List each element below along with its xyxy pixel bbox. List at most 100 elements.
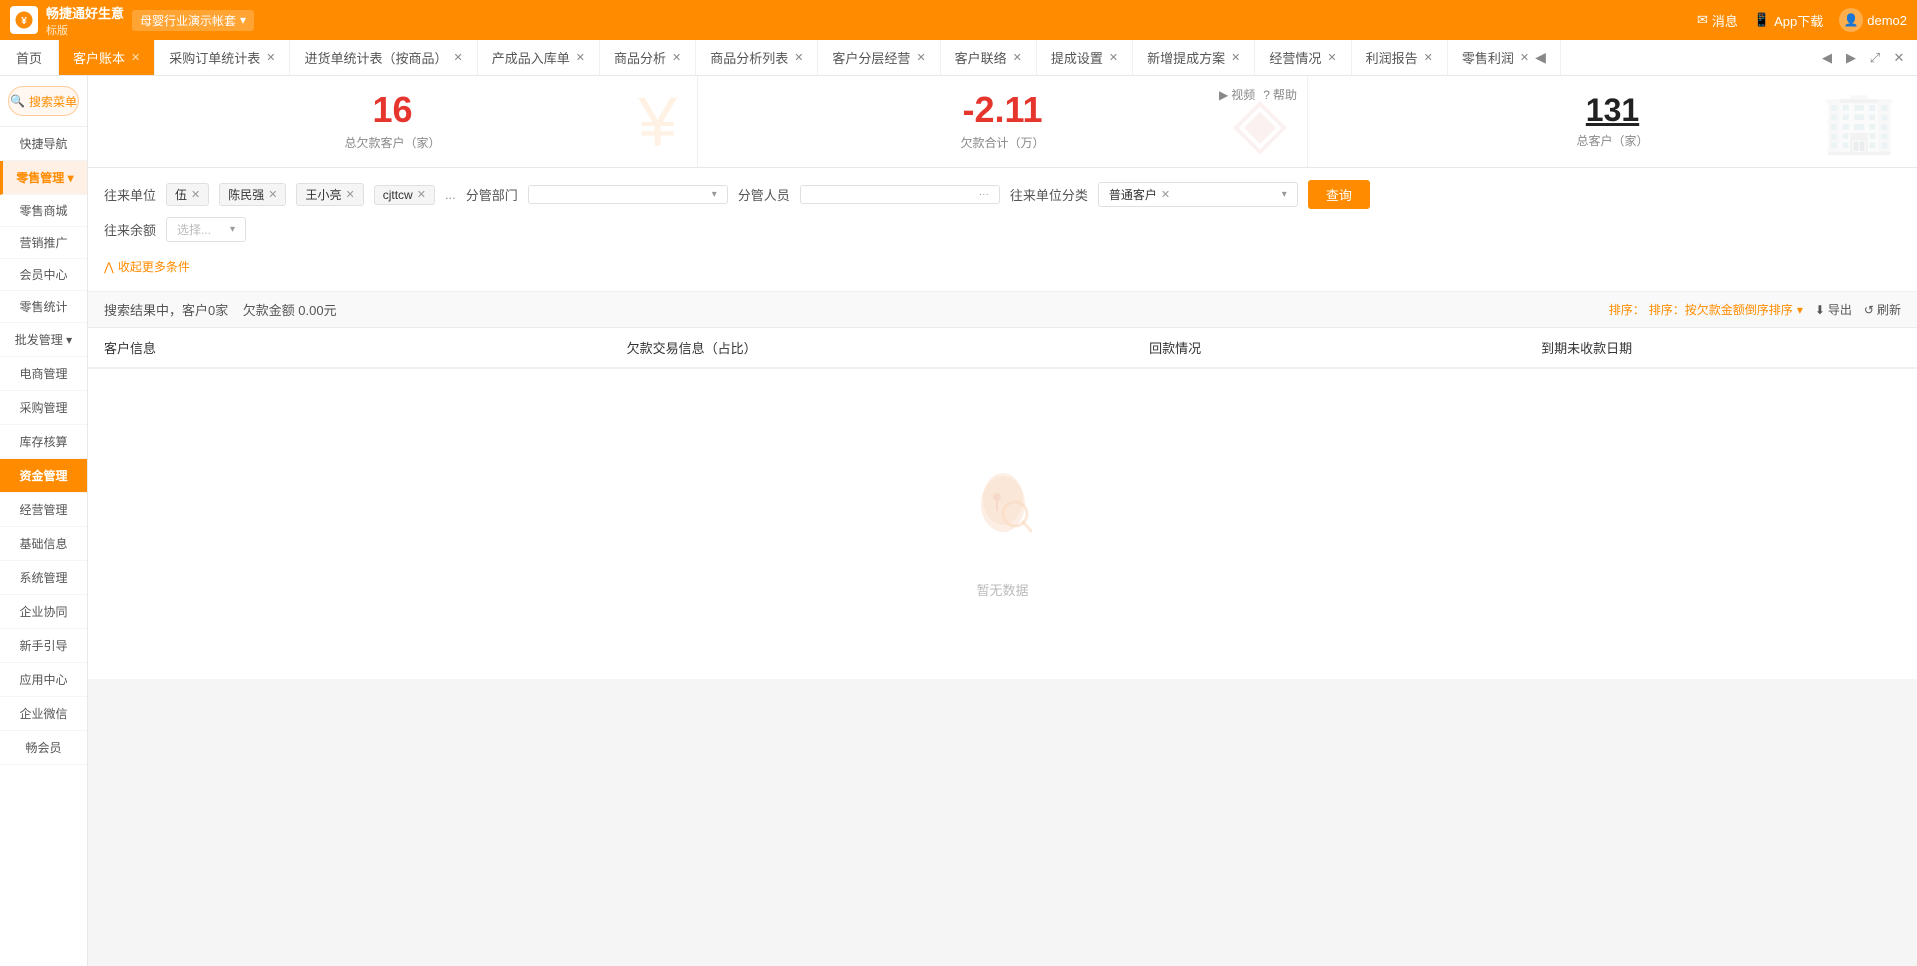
stat-total-customers: ¥ 16 总欠款客户（家） <box>88 76 698 167</box>
tab-close-icon[interactable]: ✕ <box>672 51 681 64</box>
sort-chevron-icon: ▾ <box>1797 303 1803 317</box>
message-button[interactable]: ✉ 消息 <box>1697 11 1738 30</box>
more-tags-button[interactable]: ... <box>445 187 456 202</box>
sidebar-item-new-guide[interactable]: 新手引导 <box>0 629 87 663</box>
sidebar-item-retail-stats[interactable]: 零售统计 <box>0 291 87 323</box>
tab-close-icon[interactable]: ✕ <box>1231 51 1240 64</box>
tab-prev-icon[interactable]: ◀ <box>1817 48 1837 68</box>
sidebar-item-system[interactable]: 系统管理 <box>0 561 87 595</box>
tab-operation[interactable]: 经营情况 ✕ <box>1255 40 1351 76</box>
chevron-icon: ▾ <box>66 333 72 347</box>
tab-commission-settings[interactable]: 提成设置 ✕ <box>1037 40 1133 76</box>
sidebar-item-enterprise[interactable]: 企业协同 <box>0 595 87 629</box>
user-avatar[interactable]: 👤 demo2 <box>1839 8 1907 32</box>
sidebar-item-basic-info[interactable]: 基础信息 <box>0 527 87 561</box>
staff-filter-label: 分管人员 <box>738 185 790 204</box>
dept-select[interactable]: ▾ <box>528 185 728 204</box>
tab-close-icon[interactable]: ✕ <box>1327 51 1336 64</box>
more-tabs-icon[interactable]: ◀ <box>1535 49 1546 66</box>
sidebar-item-wholesale[interactable]: 批发管理 ▾ <box>0 323 87 357</box>
tab-customer-ledger[interactable]: 客户账本 ✕ <box>59 40 155 76</box>
tab-home[interactable]: 首页 <box>0 40 59 76</box>
tab-close-icon[interactable]: ✕ <box>131 51 140 64</box>
col-customer-info: 客户信息 <box>88 328 611 367</box>
tab-controls: ◀ ▶ ⤢ ✕ <box>1817 48 1917 68</box>
tab-close-icon[interactable]: ✕ <box>794 51 803 64</box>
col-due-date: 到期未收款日期 <box>1525 328 1917 367</box>
dept-chevron-icon: ▾ <box>712 189 717 200</box>
tab-close-icon[interactable]: ✕ <box>916 51 925 64</box>
sidebar-item-finance[interactable]: 资金管理 <box>0 459 87 493</box>
balance-select[interactable]: 选择... ▾ <box>166 217 246 242</box>
sidebar-item-app-center[interactable]: 应用中心 <box>0 663 87 697</box>
content-area: ¥ 16 总欠款客户（家） ▶ 视频 ? 帮助 <box>88 76 1917 966</box>
filter-tag-chen[interactable]: 陈民强 ✕ <box>219 183 286 206</box>
category-filter-label: 往来单位分类 <box>1010 185 1088 204</box>
refresh-button[interactable]: ↺ 刷新 <box>1864 301 1901 318</box>
tag-remove-icon[interactable]: ✕ <box>191 188 200 201</box>
tab-close-icon[interactable]: ✕ <box>576 51 585 64</box>
tab-expand-icon[interactable]: ⤢ <box>1865 48 1885 68</box>
collapse-icon: ⋀ <box>104 260 114 274</box>
tag-remove-icon[interactable]: ✕ <box>268 188 277 201</box>
category-select[interactable]: 普通客户 ✕ ▾ <box>1098 182 1298 207</box>
sidebar-item-wechat[interactable]: 企业微信 <box>0 697 87 731</box>
result-info: 搜索结果中，客户0家 欠款金额 0.00元 <box>104 300 337 319</box>
tab-customer-contact[interactable]: 客户联络 ✕ <box>941 40 1037 76</box>
sidebar-item-marketing[interactable]: 营销推广 <box>0 227 87 259</box>
diamond-bg-icon: ◈ <box>1233 81 1287 163</box>
filter-tag-wu[interactable]: 伍 ✕ <box>166 183 209 206</box>
tab-profit-report[interactable]: 利润报告 ✕ <box>1352 40 1448 76</box>
tab-next-icon[interactable]: ▶ <box>1841 48 1861 68</box>
dept-filter-label: 分管部门 <box>466 185 518 204</box>
tab-close-icon[interactable]: ✕ <box>1013 51 1022 64</box>
tab-close-icon[interactable]: ✕ <box>454 51 463 64</box>
collapse-button[interactable]: ⋀ 收起更多条件 <box>104 258 1901 275</box>
chevron-down-icon: ▾ <box>240 13 246 27</box>
filter-row-1: 往来单位 伍 ✕ 陈民强 ✕ 王小亮 ✕ cjttcw <box>104 180 1901 209</box>
sidebar-item-operation[interactable]: 经营管理 <box>0 493 87 527</box>
tab-retail-profit[interactable]: 零售利润 ✕ ◀ <box>1448 40 1561 76</box>
category-chevron-icon: ▾ <box>1282 189 1287 200</box>
balance-filter-label: 往来余额 <box>104 220 156 239</box>
tag-remove-icon[interactable]: ✕ <box>346 188 355 201</box>
data-table: 客户信息 欠款交易信息（占比） 回款情况 到期未收款日期 <box>88 328 1917 679</box>
tag-remove-icon[interactable]: ✕ <box>417 188 426 201</box>
tab-close-icon[interactable]: ✕ <box>266 51 275 64</box>
tab-close-icon[interactable]: ✕ <box>1520 51 1529 64</box>
stat-total-owed: ▶ 视频 ? 帮助 ◈ -2.11 欠款合计（万） <box>698 76 1308 167</box>
sidebar-item-retail-mall[interactable]: 零售商城 <box>0 195 87 227</box>
tab-close-all-icon[interactable]: ✕ <box>1889 48 1909 68</box>
sidebar-item-inventory[interactable]: 库存核算 <box>0 425 87 459</box>
staff-select[interactable]: ··· <box>800 185 1000 204</box>
query-button[interactable]: 查询 <box>1308 180 1370 209</box>
tab-goods-stats[interactable]: 进货单统计表（按商品） ✕ <box>290 40 477 76</box>
sidebar-item-retail[interactable]: 零售管理 ▾ <box>0 161 87 195</box>
filter-tag-cjttcw[interactable]: cjttcw ✕ <box>374 185 435 205</box>
sidebar-search-area: 🔍 搜索菜单 <box>0 76 87 127</box>
sidebar-item-member[interactable]: 会员中心 <box>0 259 87 291</box>
tab-customer-layer[interactable]: 客户分层经营 ✕ <box>818 40 940 76</box>
tab-goods-analysis[interactable]: 商品分析 ✕ <box>600 40 696 76</box>
sort-select[interactable]: 排序： 排序：按欠款金额倒序排序 ▾ <box>1609 301 1803 318</box>
sidebar-item-ecommerce[interactable]: 电商管理 <box>0 357 87 391</box>
stats-bar: ¥ 16 总欠款客户（家） ▶ 视频 ? 帮助 <box>88 76 1917 168</box>
category-tag-remove-icon[interactable]: ✕ <box>1161 188 1170 201</box>
sidebar-item-member2[interactable]: 畅会员 <box>0 731 87 765</box>
tab-close-icon[interactable]: ✕ <box>1424 51 1433 64</box>
tab-purchase-order[interactable]: 采购订单统计表 ✕ <box>155 40 290 76</box>
export-button[interactable]: ⬇ 导出 <box>1815 301 1852 318</box>
download-icon: 📱 <box>1754 12 1770 28</box>
sidebar-item-purchase[interactable]: 采购管理 <box>0 391 87 425</box>
account-dropdown[interactable]: 母婴行业演示帐套 ▾ <box>132 10 254 31</box>
tab-close-icon[interactable]: ✕ <box>1109 51 1118 64</box>
building-bg-icon: 🏢 <box>1822 86 1897 157</box>
sidebar-item-fast-nav[interactable]: 快捷导航 <box>0 127 87 161</box>
filter-tag-wang[interactable]: 王小亮 ✕ <box>296 183 363 206</box>
app-download-button[interactable]: 📱 App下载 <box>1754 11 1823 30</box>
category-tag[interactable]: 普通客户 ✕ <box>1109 186 1170 203</box>
tab-new-commission[interactable]: 新增提成方案 ✕ <box>1133 40 1255 76</box>
tab-product-inbound[interactable]: 产成品入库单 ✕ <box>478 40 600 76</box>
tab-goods-analysis-list[interactable]: 商品分析列表 ✕ <box>696 40 818 76</box>
search-menu-button[interactable]: 🔍 搜索菜单 <box>8 86 79 116</box>
